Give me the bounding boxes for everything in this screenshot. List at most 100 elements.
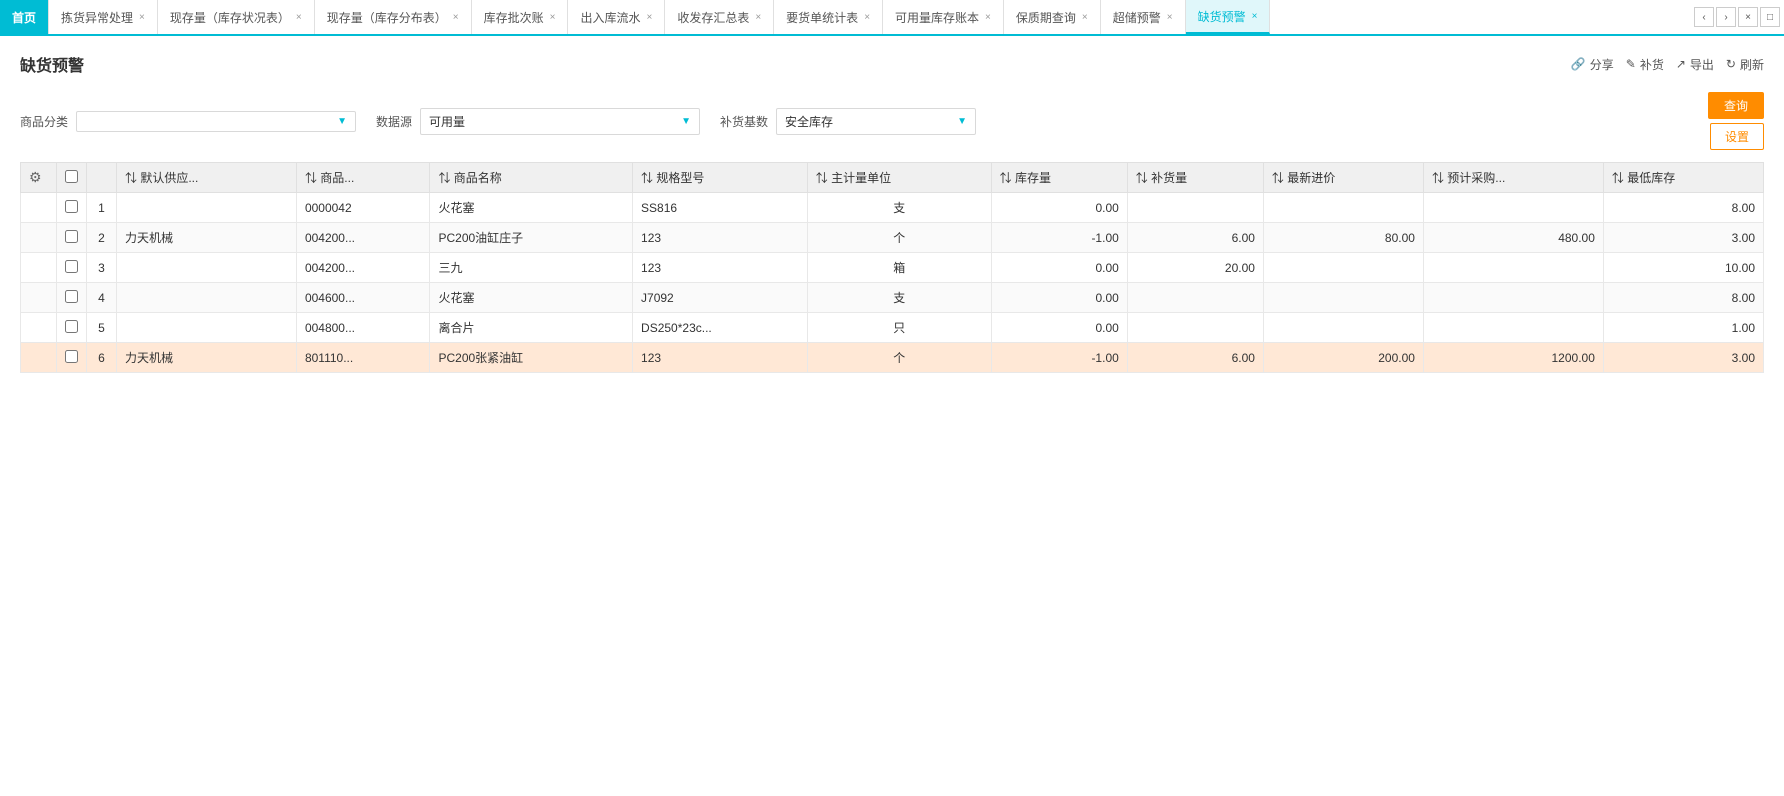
row-checkbox-0[interactable] — [65, 200, 78, 213]
tab-home[interactable]: 首页 — [0, 0, 49, 34]
tab-inventory-dist-close[interactable]: × — [453, 12, 459, 23]
page-header: 缺货预警 🔗 分享 ✎ 补货 ↗ 导出 ↻ 刷新 — [20, 52, 1764, 76]
th-spec-label: ⇅ 规格型号 — [641, 171, 704, 185]
td-spec-0: SS816 — [633, 193, 808, 223]
tab-inventory-status[interactable]: 现存量（库存状况表） × — [158, 0, 315, 34]
tab-expiry-query[interactable]: 保质期查询 × — [1004, 0, 1101, 34]
td-index-5: 6 — [87, 343, 117, 373]
th-min-stock-label: ⇅ 最低库存 — [1612, 171, 1675, 185]
td-unit-0: 支 — [807, 193, 991, 223]
tab-overstock[interactable]: 超储预警 × — [1101, 0, 1186, 34]
row-checkbox-3[interactable] — [65, 290, 78, 303]
tab-batch-account[interactable]: 库存批次账 × — [472, 0, 569, 34]
td-unit-4: 只 — [807, 313, 991, 343]
td-latest-price-4 — [1263, 313, 1423, 343]
td-stock-4: 0.00 — [991, 313, 1127, 343]
th-index — [87, 163, 117, 193]
tab-available-ledger[interactable]: 可用量库存账本 × — [883, 0, 1004, 34]
header-checkbox[interactable] — [65, 170, 78, 183]
tab-expiry-query-close[interactable]: × — [1082, 12, 1088, 23]
th-code-label: ⇅ 商品... — [305, 171, 354, 185]
th-name-label: ⇅ 商品名称 — [438, 171, 501, 185]
tab-receive-summary-close[interactable]: × — [755, 12, 761, 23]
category-filter-group: 商品分类 ▼ — [20, 111, 356, 132]
settings-button[interactable]: 设置 — [1710, 123, 1764, 150]
td-latest-price-5: 200.00 — [1263, 343, 1423, 373]
tab-abnormal-label: 拣货异常处理 — [61, 9, 133, 26]
datasource-filter-group: 数据源 可用量 ▼ — [376, 108, 700, 135]
td-gear-5 — [21, 343, 57, 373]
table-row: 1 0000042 火花塞 SS816 支 0.00 8.00 — [21, 193, 1764, 223]
td-stock-1: -1.00 — [991, 223, 1127, 253]
row-checkbox-4[interactable] — [65, 320, 78, 333]
td-stock-2: 0.00 — [991, 253, 1127, 283]
datasource-select[interactable]: 可用量 ▼ — [420, 108, 700, 135]
share-icon: 🔗 — [1571, 57, 1586, 71]
tab-inventory-status-close[interactable]: × — [296, 12, 302, 23]
table-row: 6 力天机械 801110... PC200张紧油缸 123 个 -1.00 6… — [21, 343, 1764, 373]
tab-shortage[interactable]: 缺货预警 × — [1186, 0, 1271, 34]
td-estimated-purchase-4 — [1423, 313, 1603, 343]
page-content: 缺货预警 🔗 分享 ✎ 补货 ↗ 导出 ↻ 刷新 商品分类 — [0, 36, 1784, 796]
td-replenish-3 — [1127, 283, 1263, 313]
th-replenish: ⇅ 补货量 — [1127, 163, 1263, 193]
td-gear-3 — [21, 283, 57, 313]
tab-receive-summary[interactable]: 收发存汇总表 × — [665, 0, 774, 34]
replenish-button[interactable]: ✎ 补货 — [1626, 56, 1664, 73]
td-spec-4: DS250*23c... — [633, 313, 808, 343]
td-min-stock-2: 10.00 — [1603, 253, 1763, 283]
td-estimated-purchase-2 — [1423, 253, 1603, 283]
tab-inventory-dist-label: 现存量（库存分布表） — [327, 9, 447, 26]
td-code-2: 004200... — [296, 253, 430, 283]
td-supplier-2 — [117, 253, 297, 283]
tab-order-stats[interactable]: 要货单统计表 × — [774, 0, 883, 34]
td-name-1: PC200油缸庄子 — [430, 223, 633, 253]
tab-inout-flow-close[interactable]: × — [646, 12, 652, 23]
tab-nav-controls: ‹ › × □ — [1690, 7, 1784, 27]
query-button[interactable]: 查询 — [1708, 92, 1764, 119]
datasource-value: 可用量 — [429, 113, 465, 130]
row-checkbox-2[interactable] — [65, 260, 78, 273]
tab-abnormal-close[interactable]: × — [139, 12, 145, 23]
category-select[interactable]: ▼ — [76, 111, 356, 132]
th-code: ⇅ 商品... — [296, 163, 430, 193]
tab-order-stats-close[interactable]: × — [864, 12, 870, 23]
tab-inout-flow[interactable]: 出入库流水 × — [568, 0, 665, 34]
replenish-base-select[interactable]: 安全库存 ▼ — [776, 108, 976, 135]
tab-available-ledger-close[interactable]: × — [985, 12, 991, 23]
table-body: 1 0000042 火花塞 SS816 支 0.00 8.00 2 力天机械 0… — [21, 193, 1764, 373]
tab-shortage-close[interactable]: × — [1252, 11, 1258, 22]
export-button[interactable]: ↗ 导出 — [1676, 56, 1714, 73]
tab-available-ledger-label: 可用量库存账本 — [895, 9, 979, 26]
th-latest-price-label: ⇅ 最新进价 — [1272, 171, 1335, 185]
data-table: ⚙ ⇅ 默认供应... ⇅ 商品... ⇅ 商品名称 ⇅ 规格型号 — [20, 162, 1764, 373]
th-unit: ⇅ 主计量单位 — [807, 163, 991, 193]
th-stock-label: ⇅ 库存量 — [1000, 171, 1051, 185]
td-gear-2 — [21, 253, 57, 283]
td-checkbox-2 — [57, 253, 87, 283]
td-stock-0: 0.00 — [991, 193, 1127, 223]
tab-batch-account-close[interactable]: × — [550, 12, 556, 23]
row-checkbox-1[interactable] — [65, 230, 78, 243]
td-supplier-3 — [117, 283, 297, 313]
tab-overstock-close[interactable]: × — [1167, 12, 1173, 23]
tab-close-current[interactable]: × — [1738, 7, 1758, 27]
replenish-base-label: 补货基数 — [720, 113, 768, 130]
share-label: 分享 — [1590, 56, 1614, 73]
gear-icon[interactable]: ⚙ — [29, 169, 42, 185]
replenish-base-arrow-icon: ▼ — [957, 116, 967, 127]
share-button[interactable]: 🔗 分享 — [1571, 56, 1614, 73]
refresh-button[interactable]: ↻ 刷新 — [1726, 56, 1764, 73]
tab-scroll-right[interactable]: › — [1716, 7, 1736, 27]
table-header-row: ⚙ ⇅ 默认供应... ⇅ 商品... ⇅ 商品名称 ⇅ 规格型号 — [21, 163, 1764, 193]
td-code-0: 0000042 — [296, 193, 430, 223]
tab-expand[interactable]: □ — [1760, 7, 1780, 27]
tab-inventory-dist[interactable]: 现存量（库存分布表） × — [315, 0, 472, 34]
tab-abnormal[interactable]: 拣货异常处理 × — [49, 0, 158, 34]
td-latest-price-3 — [1263, 283, 1423, 313]
th-name: ⇅ 商品名称 — [430, 163, 633, 193]
row-checkbox-5[interactable] — [65, 350, 78, 363]
tab-scroll-left[interactable]: ‹ — [1694, 7, 1714, 27]
td-spec-1: 123 — [633, 223, 808, 253]
td-supplier-0 — [117, 193, 297, 223]
